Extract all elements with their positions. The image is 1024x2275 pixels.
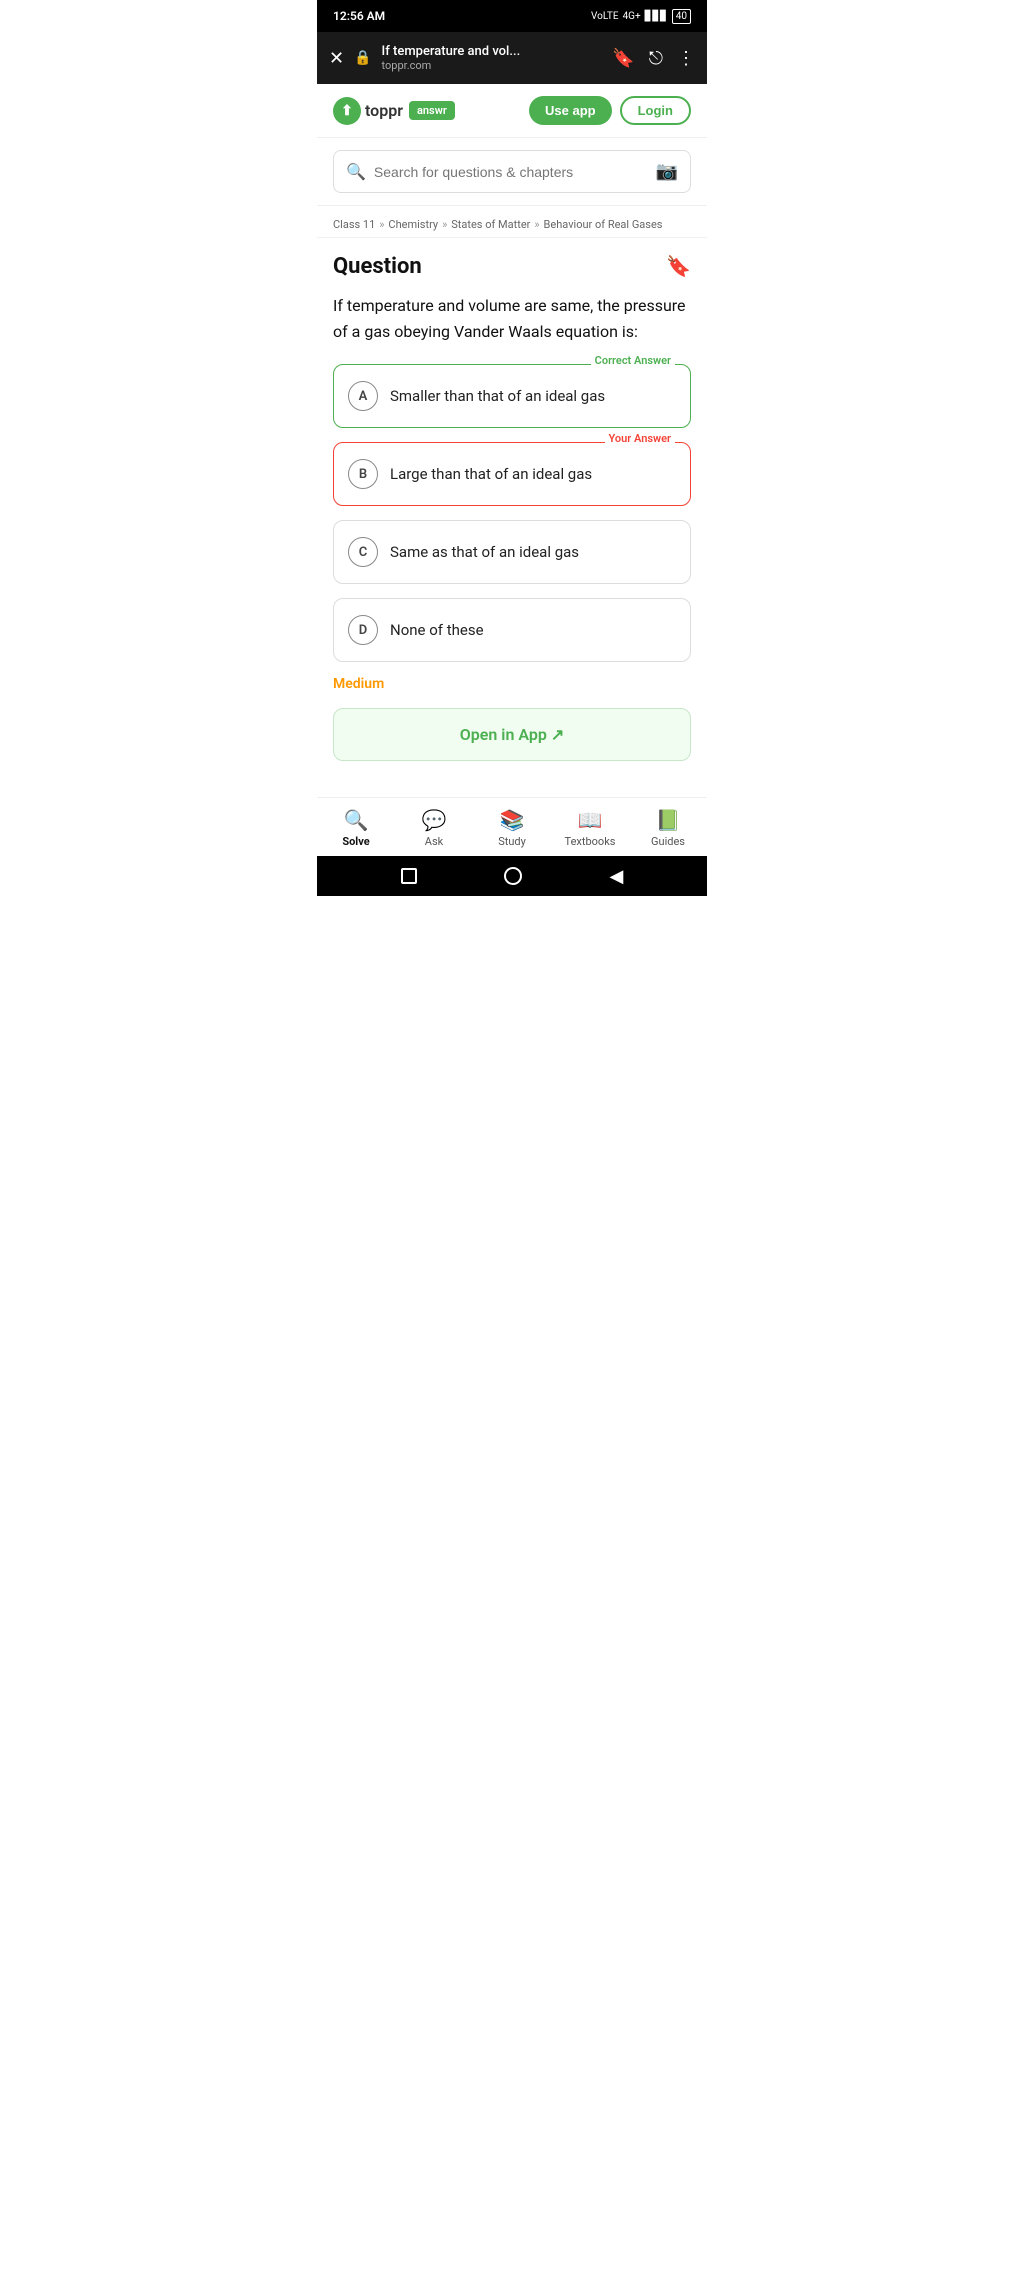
search-bar[interactable]: 🔍 📷 [333, 150, 691, 193]
header-buttons: Use app Login [529, 96, 691, 125]
status-icons: VoLTE 4G+ ▊▊▊ 40 [591, 9, 691, 24]
option-c[interactable]: C Same as that of an ideal gas [333, 520, 691, 584]
nav-solve[interactable]: 🔍 Solve [326, 808, 386, 848]
camera-icon[interactable]: 📷 [656, 161, 678, 182]
android-recents-button[interactable] [401, 868, 417, 884]
breadcrumb-sep-3: » [534, 218, 539, 231]
search-icon: 🔍 [346, 162, 366, 181]
nav-textbooks[interactable]: 📖 Textbooks [560, 808, 620, 848]
open-in-app-button[interactable]: Open in App ↗ [333, 708, 691, 761]
breadcrumb-subject[interactable]: Chemistry [388, 218, 438, 231]
breadcrumb-sep-1: » [379, 218, 384, 231]
browser-title-block: If temperature and vol... toppr.com [382, 44, 603, 72]
answr-badge: answr [409, 101, 455, 120]
option-a-text: Smaller than that of an ideal gas [390, 387, 605, 405]
your-answer-label: Your Answer [605, 432, 675, 445]
search-input[interactable] [374, 164, 648, 180]
option-d-text: None of these [390, 621, 484, 639]
app-header: ⬆ toppr answr Use app Login [317, 84, 707, 138]
toppr-wordmark: toppr [365, 101, 403, 120]
login-button[interactable]: Login [620, 96, 691, 125]
option-b-letter: B [348, 459, 378, 489]
difficulty-label: Medium [333, 676, 691, 692]
toppr-icon: ⬆ [333, 97, 361, 125]
study-label: Study [498, 835, 526, 848]
more-icon[interactable]: ⋮ [677, 48, 695, 69]
use-app-button[interactable]: Use app [529, 96, 612, 125]
browser-close-button[interactable]: ✕ [329, 48, 344, 69]
search-section: 🔍 📷 [317, 138, 707, 206]
question-title: Question [333, 254, 422, 279]
option-c-text: Same as that of an ideal gas [390, 543, 579, 561]
open-in-app-text: Open in App ↗ [460, 725, 565, 744]
bottom-nav: 🔍 Solve 💬 Ask 📚 Study 📖 Textbooks 📗 Guid… [317, 797, 707, 856]
question-header: Question 🔖 [333, 254, 691, 279]
option-a-wrapper: Correct Answer A Smaller than that of an… [333, 364, 691, 428]
guides-label: Guides [651, 835, 685, 848]
solve-icon: 🔍 [344, 808, 369, 832]
guides-icon: 📗 [656, 808, 681, 832]
nav-guides[interactable]: 📗 Guides [638, 808, 698, 848]
option-b-text: Large than that of an ideal gas [390, 465, 592, 483]
question-text: If temperature and volume are same, the … [333, 293, 691, 344]
nav-ask[interactable]: 💬 Ask [404, 808, 464, 848]
battery-indicator: 40 [672, 9, 691, 24]
textbooks-label: Textbooks [565, 835, 616, 848]
option-c-wrapper: C Same as that of an ideal gas [333, 520, 691, 584]
option-b[interactable]: B Large than that of an ideal gas [333, 442, 691, 506]
browser-bar: ✕ 🔒 If temperature and vol... toppr.com … [317, 32, 707, 84]
breadcrumb-sep-2: » [442, 218, 447, 231]
network-indicator: VoLTE [591, 11, 619, 22]
ask-icon: 💬 [422, 808, 447, 832]
breadcrumb-chapter[interactable]: States of Matter [451, 218, 530, 231]
toppr-logo: ⬆ toppr [333, 97, 403, 125]
option-a[interactable]: A Smaller than that of an ideal gas [333, 364, 691, 428]
signal-strength: 4G+ [623, 11, 641, 22]
breadcrumb: Class 11 » Chemistry » States of Matter … [317, 206, 707, 238]
option-d[interactable]: D None of these [333, 598, 691, 662]
logo-area: ⬆ toppr answr [333, 97, 455, 125]
main-content: Question 🔖 If temperature and volume are… [317, 238, 707, 797]
bookmark-icon[interactable]: 🔖 [666, 254, 691, 278]
ask-label: Ask [425, 835, 443, 848]
share-icon[interactable]: ⎋ [649, 48, 663, 69]
option-d-wrapper: D None of these [333, 598, 691, 662]
textbooks-icon: 📖 [578, 808, 603, 832]
option-d-letter: D [348, 615, 378, 645]
breadcrumb-class[interactable]: Class 11 [333, 218, 375, 231]
solve-label: Solve [342, 835, 369, 848]
status-bar: 12:56 AM VoLTE 4G+ ▊▊▊ 40 [317, 0, 707, 32]
option-b-wrapper: Your Answer B Large than that of an idea… [333, 442, 691, 506]
bookmark-browser-icon[interactable]: 🔖 [612, 48, 634, 69]
android-back-button[interactable]: ◀ [609, 866, 623, 887]
browser-title: If temperature and vol... [382, 44, 603, 59]
status-time: 12:56 AM [333, 9, 385, 23]
browser-actions: 🔖 ⎋ ⋮ [612, 48, 695, 69]
android-home-button[interactable] [504, 867, 522, 885]
study-icon: 📚 [500, 808, 525, 832]
option-a-letter: A [348, 381, 378, 411]
correct-answer-label: Correct Answer [591, 354, 675, 367]
option-c-letter: C [348, 537, 378, 567]
breadcrumb-topic[interactable]: Behaviour of Real Gases [544, 218, 663, 231]
android-navigation-bar: ◀ [317, 856, 707, 896]
lock-icon: 🔒 [354, 50, 371, 66]
signal-bars: ▊▊▊ [645, 11, 668, 22]
nav-study[interactable]: 📚 Study [482, 808, 542, 848]
browser-url: toppr.com [382, 59, 603, 72]
